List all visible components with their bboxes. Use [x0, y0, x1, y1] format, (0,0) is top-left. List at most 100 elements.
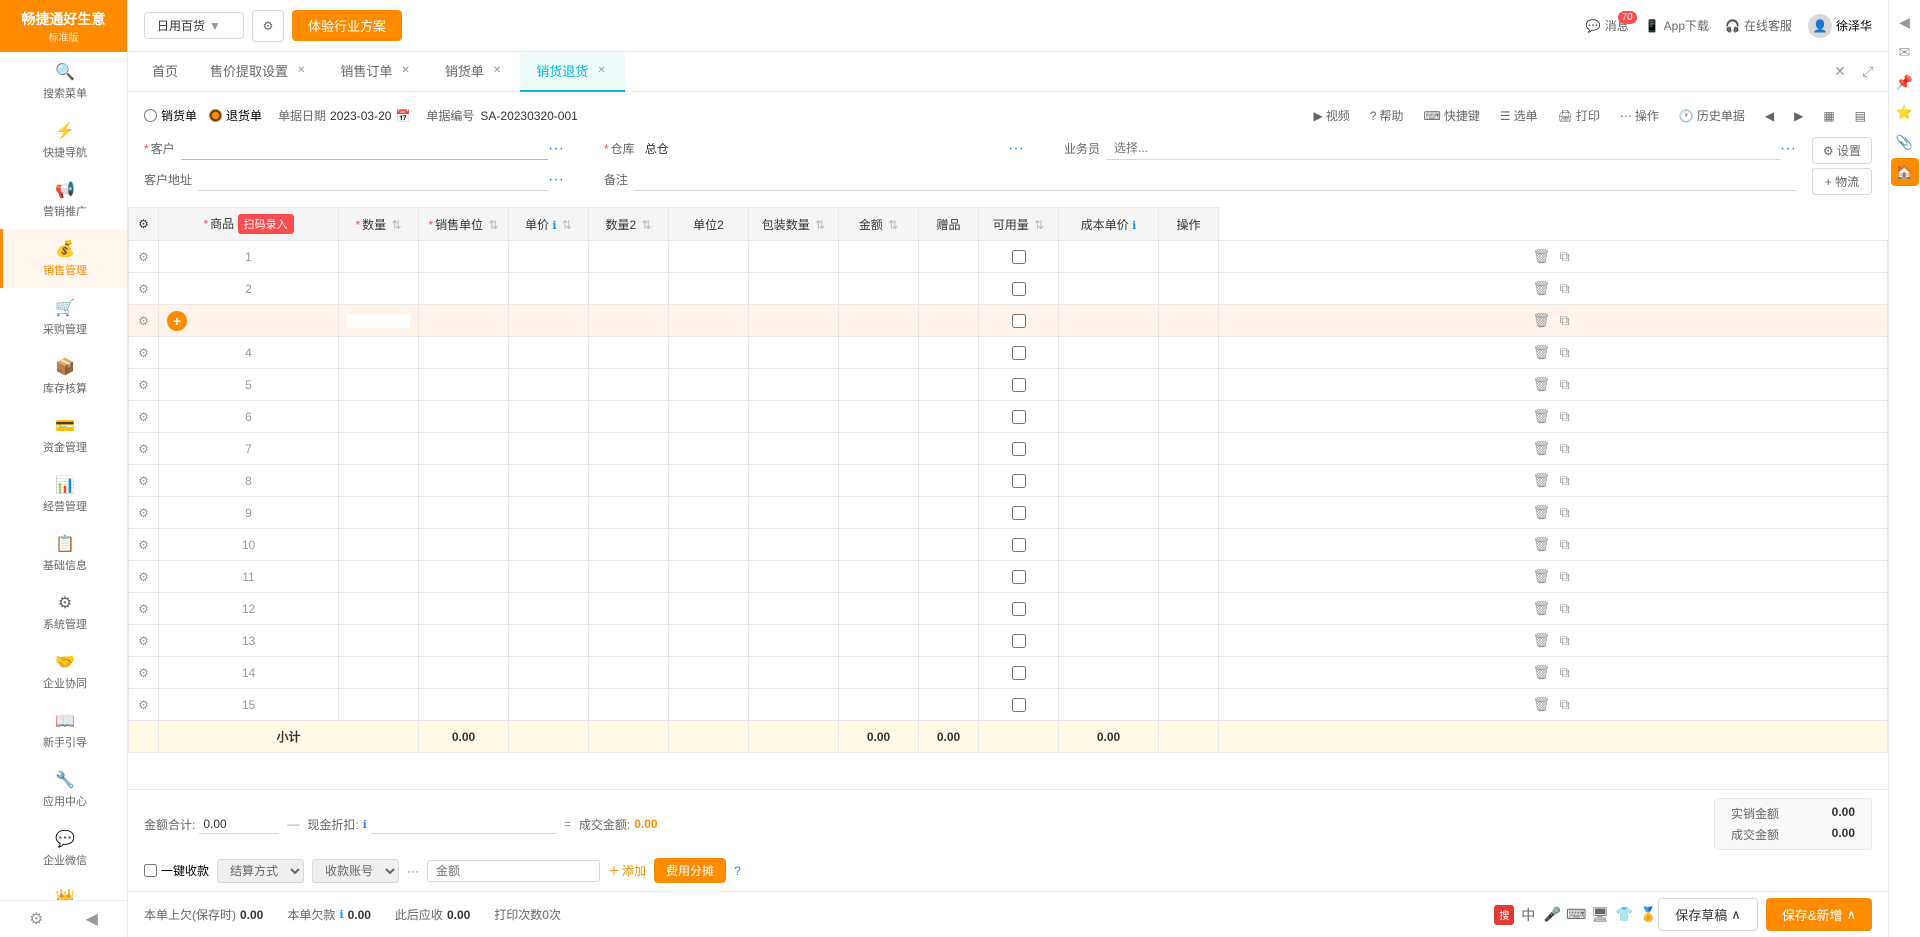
sales-unit-cell[interactable]	[509, 465, 589, 497]
quantity-cell[interactable]	[419, 561, 509, 593]
quantity2-cell[interactable]	[669, 689, 749, 721]
row-settings-icon[interactable]: ⚙	[138, 314, 149, 328]
sougou-icon[interactable]: 搜	[1494, 905, 1514, 925]
sidebar-item-企业微信[interactable]: 💬企业微信	[0, 819, 127, 878]
amount-cell[interactable]	[919, 433, 979, 465]
quantity-sort-icon[interactable]: ⇅	[391, 218, 401, 232]
radio-return-input[interactable]	[209, 109, 222, 122]
close-tab-button[interactable]: ✕	[1828, 60, 1852, 84]
user-info[interactable]: 👤 徐泽华	[1808, 14, 1872, 38]
pack-qty-cell[interactable]	[839, 305, 919, 337]
copy-row-button[interactable]: ⧉	[1555, 343, 1575, 363]
available-cell[interactable]	[1059, 689, 1159, 721]
print-btn[interactable]: 🖨 打印	[1552, 104, 1606, 127]
product-cell[interactable]	[339, 401, 419, 433]
right-panel-item-4[interactable]: 📎	[1891, 128, 1919, 156]
quantity2-cell[interactable]	[669, 657, 749, 689]
copy-row-button[interactable]: ⧉	[1555, 567, 1575, 587]
product-cell[interactable]	[339, 497, 419, 529]
right-panel-item-2[interactable]: 📌	[1891, 68, 1919, 96]
available-cell[interactable]	[1059, 561, 1159, 593]
right-panel-item-1[interactable]: ✉	[1891, 38, 1919, 66]
header-settings-button[interactable]: ⚙	[252, 10, 284, 42]
sales-unit-cell[interactable]	[509, 433, 589, 465]
current-debt-info-icon[interactable]: ℹ	[339, 908, 343, 921]
pack-qty-cell[interactable]	[839, 369, 919, 401]
pack-qty-cell[interactable]	[839, 433, 919, 465]
delete-row-button[interactable]: 🗑	[1531, 407, 1551, 427]
help-btn[interactable]: ? 帮助	[1364, 104, 1410, 127]
tab-4[interactable]: 销货退货✕	[520, 52, 624, 92]
copy-row-button[interactable]: ⧉	[1555, 439, 1575, 459]
gift-checkbox[interactable]	[1012, 346, 1026, 360]
cost-price-cell[interactable]	[1159, 529, 1219, 561]
row-settings-icon[interactable]: ⚙	[138, 378, 149, 392]
row-settings-icon[interactable]: ⚙	[138, 570, 149, 584]
quantity-cell[interactable]	[419, 273, 509, 305]
pack-qty-cell[interactable]	[839, 593, 919, 625]
quantity2-cell[interactable]	[669, 561, 749, 593]
row-settings-icon[interactable]: ⚙	[138, 474, 149, 488]
delete-row-button[interactable]: 🗑	[1531, 471, 1551, 491]
pack-qty-cell[interactable]	[839, 465, 919, 497]
next-record-btn[interactable]: ▶	[1788, 106, 1809, 126]
settings-action-btn[interactable]: ⚙ 设置	[1812, 137, 1872, 164]
row-settings-icon[interactable]: ⚙	[138, 698, 149, 712]
product-cell[interactable]	[339, 561, 419, 593]
sidebar-collapse-icon[interactable]: ◀	[86, 909, 98, 929]
tab-close-3[interactable]: ✕	[490, 64, 504, 77]
tab-close-2[interactable]: ✕	[398, 64, 412, 77]
pack-qty-cell[interactable]	[839, 529, 919, 561]
available-cell[interactable]	[1059, 337, 1159, 369]
tab-2[interactable]: 销售订单✕	[324, 52, 428, 92]
delete-row-button[interactable]: 🗑	[1531, 631, 1551, 651]
quantity2-cell[interactable]	[669, 369, 749, 401]
quantity-cell[interactable]	[419, 689, 509, 721]
row-settings-icon[interactable]: ⚙	[138, 602, 149, 616]
sales-unit-cell[interactable]	[509, 625, 589, 657]
sales-unit-cell[interactable]	[509, 657, 589, 689]
available-cell[interactable]	[1059, 369, 1159, 401]
unit-price-cell[interactable]	[589, 337, 669, 369]
unit2-cell[interactable]	[749, 433, 839, 465]
customer-address-input[interactable]	[198, 168, 548, 191]
cost-price-cell[interactable]	[1159, 465, 1219, 497]
gift-checkbox[interactable]	[1012, 666, 1026, 680]
amount-cell[interactable]	[919, 465, 979, 497]
quantity2-cell[interactable]	[669, 241, 749, 273]
quantity2-cell[interactable]	[669, 465, 749, 497]
select-btn[interactable]: ☰ 选单	[1494, 104, 1544, 127]
product-cell[interactable]	[339, 273, 419, 305]
customer-dots-icon[interactable]: ···	[548, 140, 564, 158]
prev-record-btn[interactable]: ◀	[1759, 106, 1780, 126]
pack-qty-cell[interactable]	[839, 337, 919, 369]
unit2-cell[interactable]	[749, 657, 839, 689]
delete-row-button[interactable]: 🗑	[1531, 247, 1551, 267]
product-cell[interactable]	[339, 369, 419, 401]
unit-price-cell[interactable]	[589, 529, 669, 561]
amount-cell[interactable]	[919, 273, 979, 305]
gift-checkbox[interactable]	[1012, 634, 1026, 648]
quantity2-cell[interactable]	[669, 433, 749, 465]
available-cell[interactable]	[1059, 625, 1159, 657]
amount-cell[interactable]	[919, 241, 979, 273]
cost-price-cell[interactable]	[1159, 689, 1219, 721]
unit-price-sort-icon[interactable]: ⇅	[562, 218, 572, 232]
amount-cell[interactable]	[919, 561, 979, 593]
cost-price-cell[interactable]	[1159, 593, 1219, 625]
quantity2-cell[interactable]	[669, 625, 749, 657]
tab-close-1[interactable]: ✕	[294, 64, 308, 77]
pack-qty-cell[interactable]	[839, 561, 919, 593]
unit-price-cell[interactable]	[589, 689, 669, 721]
radio-sale[interactable]: 销货单	[144, 107, 197, 124]
right-panel-item-0[interactable]: ◀	[1891, 8, 1919, 36]
amount-cell[interactable]	[919, 401, 979, 433]
row-settings-icon[interactable]: ⚙	[138, 634, 149, 648]
unit2-cell[interactable]	[749, 241, 839, 273]
shirt-icon[interactable]: 👕	[1614, 905, 1634, 925]
quantity2-cell[interactable]	[669, 529, 749, 561]
unit-price-cell[interactable]	[589, 561, 669, 593]
sidebar-item-快捷导航[interactable]: ⚡快捷导航	[0, 111, 127, 170]
sales-unit-cell[interactable]	[509, 529, 589, 561]
unit-price-cell[interactable]	[589, 625, 669, 657]
